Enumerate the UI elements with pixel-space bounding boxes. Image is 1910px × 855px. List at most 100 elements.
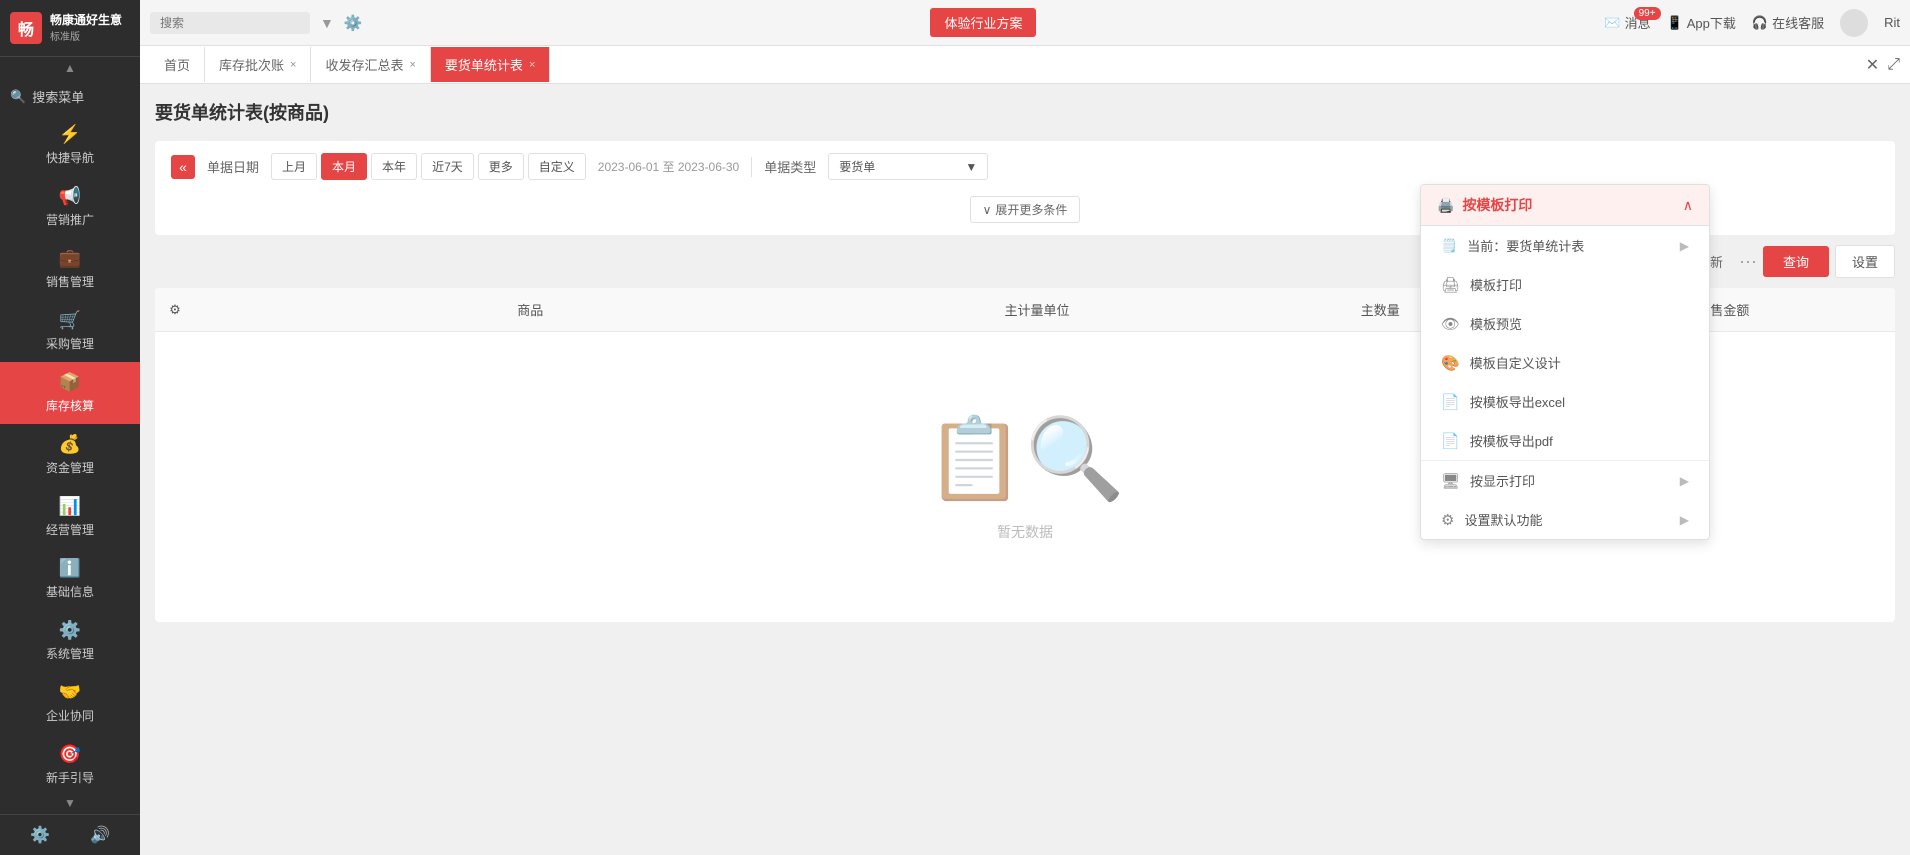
date-btn-last-7[interactable]: 近7天 bbox=[421, 153, 474, 180]
topbar-right: ✉️ 消息 99+ 📱 App下载 🎧 在线客服 Rit bbox=[1604, 9, 1900, 37]
tab-close-receipt-summary[interactable]: × bbox=[409, 59, 415, 71]
app-download-icon: 📱 bbox=[1667, 15, 1683, 31]
avatar[interactable] bbox=[1840, 9, 1868, 37]
nav-label-quick-nav: 快捷导航 bbox=[46, 149, 94, 166]
nav-label-system: 系统管理 bbox=[46, 645, 94, 662]
topbar-gear-icon[interactable]: ⚙️ bbox=[344, 14, 363, 32]
tab-home[interactable]: 首页 bbox=[150, 47, 205, 82]
more-options-icon[interactable]: ··· bbox=[1739, 251, 1757, 272]
date-btn-more[interactable]: 更多 bbox=[478, 153, 524, 180]
sidebar-item-collab[interactable]: 🤝企业协同 bbox=[0, 672, 140, 734]
dropdown-item-template-preview[interactable]: 👁模板预览 bbox=[1421, 304, 1709, 343]
sidebar-item-marketing[interactable]: 📢营销推广 bbox=[0, 176, 140, 238]
table-settings-column[interactable]: ⚙ bbox=[155, 298, 195, 322]
sidebar-item-basics[interactable]: ℹ️ 基础信息 bbox=[0, 548, 140, 610]
nav-icon-marketing: 📢 bbox=[59, 186, 81, 207]
date-range-text: 2023-06-01 至 2023-06-30 bbox=[598, 158, 739, 175]
sidebar-item-system[interactable]: ⚙️系统管理 bbox=[0, 610, 140, 672]
sidebar-search[interactable]: 🔍 搜索菜单 bbox=[0, 79, 140, 114]
sidebar-item-purchase[interactable]: 🛒采购管理 bbox=[0, 300, 140, 362]
nav-icon-inventory: 📦 bbox=[59, 372, 81, 393]
online-service-label: 在线客服 bbox=[1772, 13, 1824, 32]
doc-type-value: 要货单 bbox=[839, 158, 875, 175]
table-product-column: 商品 bbox=[195, 296, 865, 323]
dropdown-item-template-excel[interactable]: 📄按模板导出excel bbox=[1421, 382, 1709, 421]
trial-button[interactable]: 体验行业方案 bbox=[930, 8, 1036, 37]
settings-icon[interactable]: ⚙️ bbox=[30, 825, 50, 845]
dropdown-item-template-pdf[interactable]: 📄按模板导出pdf bbox=[1421, 421, 1709, 460]
dropdown-label-template-pdf: 按模板导出pdf bbox=[1470, 431, 1689, 450]
date-btn-prev-month[interactable]: 上月 bbox=[271, 153, 317, 180]
dropdown-label-set-default: 设置默认功能 bbox=[1464, 510, 1669, 529]
dropdown-section-2: 🖥按显示打印▶ ⚙ 设置默认功能 ▶ bbox=[1421, 460, 1709, 539]
app-download-button[interactable]: 📱 App下载 bbox=[1667, 13, 1736, 32]
nav-label-sales: 销售管理 bbox=[46, 273, 94, 290]
sidebar-item-inventory[interactable]: 📦库存核算 bbox=[0, 362, 140, 424]
online-service-button[interactable]: 🎧 在线客服 bbox=[1752, 13, 1824, 32]
app-download-label: App下载 bbox=[1687, 13, 1736, 32]
filter-toggle-button[interactable]: « bbox=[171, 155, 195, 179]
dropdown-icon-template-print: 🖨 bbox=[1441, 276, 1460, 294]
empty-icon: 📋🔍 bbox=[925, 412, 1124, 506]
dropdown-item-template-print[interactable]: 🖨模板打印 bbox=[1421, 265, 1709, 304]
dropdown-icon-display-print: 🖥 bbox=[1441, 472, 1460, 490]
table-gear-icon[interactable]: ⚙ bbox=[169, 302, 181, 317]
template-icon: 🗒️ bbox=[1441, 238, 1457, 254]
message-icon: ✉️ bbox=[1604, 15, 1620, 31]
tab-receipt-summary[interactable]: 收发存汇总表× bbox=[311, 47, 430, 82]
nav-label-operations: 经营管理 bbox=[46, 521, 94, 538]
dropdown-header: 🖨️ 按模板打印 ∧ bbox=[1421, 185, 1709, 226]
nav-label-collab: 企业协同 bbox=[46, 707, 94, 724]
topbar-search-input[interactable] bbox=[150, 12, 310, 34]
table-unit-column: 主计量单位 bbox=[865, 296, 1208, 323]
sidebar-item-finance[interactable]: 💰资金管理 bbox=[0, 424, 140, 486]
app-title: 畅康通好生意 bbox=[50, 13, 122, 29]
empty-text: 暂无数据 bbox=[997, 522, 1053, 542]
sidebar-scroll-down[interactable]: ▼ bbox=[0, 792, 140, 814]
tab-inventory-batch[interactable]: 库存批次账× bbox=[205, 47, 311, 82]
date-btn-this-year[interactable]: 本年 bbox=[371, 153, 417, 180]
current-template-label: 当前：要货单统计表 bbox=[1467, 236, 1670, 255]
tab-list: 库存批次账×收发存汇总表×要货单统计表× bbox=[205, 47, 550, 82]
sidebar-search-label: 搜索菜单 bbox=[32, 87, 84, 106]
messages-button[interactable]: ✉️ 消息 99+ bbox=[1604, 13, 1650, 32]
dropdown-label-template-preview: 模板预览 bbox=[1470, 314, 1689, 333]
print-dropdown-icon: 🖨️ bbox=[1437, 197, 1454, 214]
sound-icon[interactable]: 🔊 bbox=[90, 825, 110, 845]
settings-button[interactable]: 设置 bbox=[1835, 245, 1895, 278]
nav-label-basics: 基础信息 bbox=[46, 583, 94, 600]
tab-close-requisition-stats[interactable]: × bbox=[529, 59, 535, 71]
expand-filter-button[interactable]: ∨ 展开更多条件 bbox=[970, 196, 1081, 223]
sidebar-item-newbie[interactable]: 🎯新手引导 bbox=[0, 734, 140, 792]
username-label[interactable]: Rit bbox=[1884, 15, 1900, 30]
dropdown-icon-set-default: ⚙ bbox=[1441, 511, 1454, 529]
topbar: ▼ ⚙️ 体验行业方案 ✉️ 消息 99+ 📱 App下载 🎧 在线客服 R bbox=[140, 0, 1910, 46]
dropdown-collapse-icon[interactable]: ∧ bbox=[1683, 197, 1693, 214]
date-btn-custom[interactable]: 自定义 bbox=[528, 153, 586, 180]
topbar-chevron-icon[interactable]: ▼ bbox=[320, 15, 334, 31]
sidebar-item-quick-nav[interactable]: ⚡快捷导航 bbox=[0, 114, 140, 176]
app-subtitle: 标准版 bbox=[50, 28, 122, 43]
doc-type-select[interactable]: 要货单 ▼ bbox=[828, 153, 988, 180]
tab-requisition-stats[interactable]: 要货单统计表× bbox=[431, 47, 550, 82]
nav-icon-basics: ℹ️ bbox=[59, 558, 81, 579]
messages-badge: 99+ bbox=[1634, 7, 1661, 20]
app-logo-text: 畅康通好生意 标准版 bbox=[50, 13, 122, 44]
sidebar-scroll-up[interactable]: ▲ bbox=[0, 57, 140, 79]
dropdown-item-display-print[interactable]: 🖥按显示打印▶ bbox=[1421, 461, 1709, 500]
maximize-tab-button[interactable]: ⤢ bbox=[1887, 55, 1900, 75]
sidebar-item-sales[interactable]: 💼销售管理 bbox=[0, 238, 140, 300]
nav-icon-newbie: 🎯 bbox=[59, 744, 81, 765]
query-button[interactable]: 查询 bbox=[1763, 246, 1829, 277]
expand-label: 展开更多条件 bbox=[995, 201, 1067, 218]
dropdown-label-template-excel: 按模板导出excel bbox=[1470, 392, 1689, 411]
sidebar-item-operations[interactable]: 📊经营管理 bbox=[0, 486, 140, 548]
close-tab-button[interactable]: ✕ bbox=[1866, 55, 1879, 75]
dropdown-label-template-design: 模板自定义设计 bbox=[1470, 353, 1689, 372]
tab-close-inventory-batch[interactable]: × bbox=[290, 59, 296, 71]
date-btn-this-month[interactable]: 本月 bbox=[321, 153, 367, 180]
dropdown-current-template[interactable]: 🗒️ 当前：要货单统计表 ▶ bbox=[1421, 226, 1709, 265]
dropdown-arrow-set-default: ▶ bbox=[1680, 513, 1689, 527]
dropdown-item-set-default[interactable]: ⚙ 设置默认功能 ▶ bbox=[1421, 500, 1709, 539]
dropdown-item-template-design[interactable]: 🎨模板自定义设计 bbox=[1421, 343, 1709, 382]
